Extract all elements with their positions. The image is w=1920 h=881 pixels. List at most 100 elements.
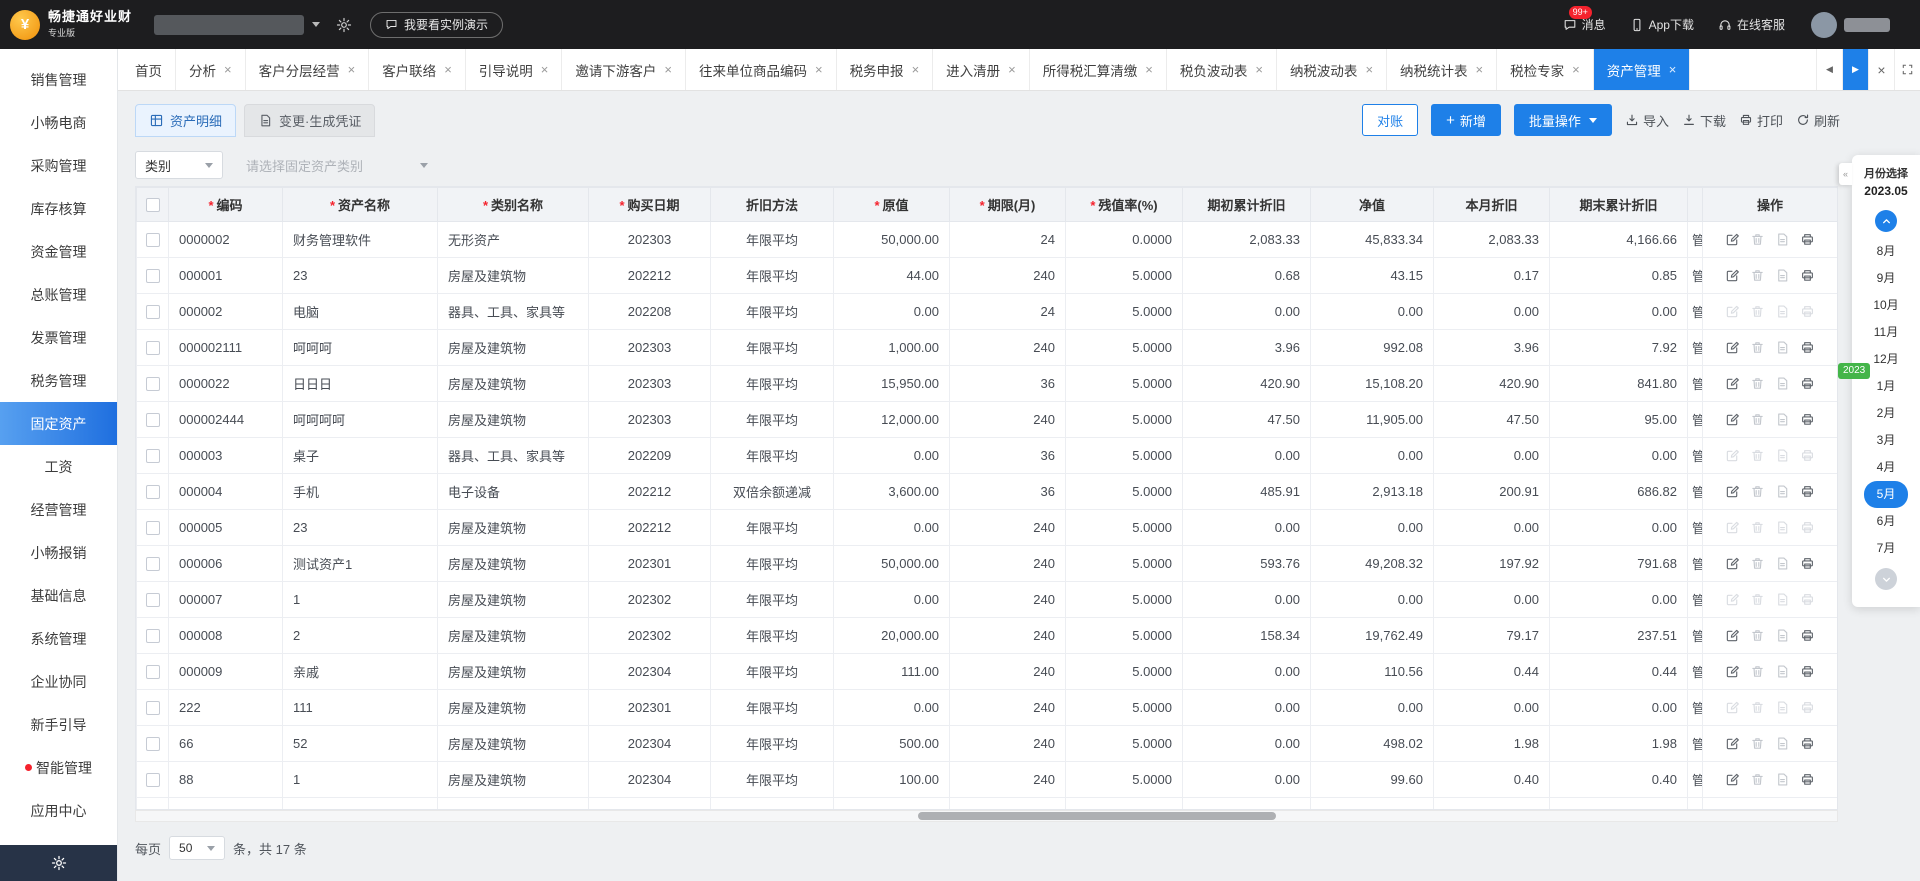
- row-checkbox[interactable]: [145, 413, 160, 428]
- fullscreen-button[interactable]: [1894, 49, 1920, 90]
- app-download-button[interactable]: App下载: [1630, 16, 1694, 33]
- tab-往来单位商品编码[interactable]: 往来单位商品编码 ×: [686, 49, 837, 90]
- settings-gear-icon[interactable]: [336, 17, 352, 33]
- sidebar-item-销售管理[interactable]: 销售管理: [0, 58, 117, 101]
- print-asset-icon[interactable]: [1800, 592, 1815, 607]
- tab-close-icon[interactable]: ×: [664, 63, 672, 76]
- sidebar-settings-button[interactable]: [0, 845, 117, 881]
- delete-asset-icon[interactable]: [1750, 664, 1765, 679]
- generate-voucher-icon[interactable]: [1775, 448, 1790, 463]
- generate-voucher-icon[interactable]: [1775, 340, 1790, 355]
- month-item-9月[interactable]: 9月: [1852, 265, 1920, 292]
- tab-首页[interactable]: 首页: [122, 49, 176, 90]
- generate-voucher-icon[interactable]: [1775, 628, 1790, 643]
- print-asset-icon[interactable]: [1800, 340, 1815, 355]
- edit-asset-icon[interactable]: [1725, 268, 1740, 283]
- select-all-header[interactable]: [136, 187, 169, 222]
- row-checkbox[interactable]: [145, 593, 160, 608]
- tab-close-icon[interactable]: ×: [1145, 63, 1153, 76]
- row-checkbox[interactable]: [145, 701, 160, 716]
- row-checkbox[interactable]: [145, 341, 160, 356]
- delete-asset-icon[interactable]: [1750, 520, 1765, 535]
- user-avatar[interactable]: [1811, 11, 1837, 38]
- sidebar-item-经营管理[interactable]: 经营管理: [0, 488, 117, 531]
- online-support-button[interactable]: 在线客服: [1718, 16, 1785, 33]
- tab-close-icon[interactable]: ×: [912, 63, 920, 76]
- generate-voucher-icon[interactable]: [1775, 664, 1790, 679]
- batch-actions-button[interactable]: 批量操作: [1513, 104, 1612, 136]
- tab-纳税波动表[interactable]: 纳税波动表 ×: [1277, 49, 1388, 90]
- month-item-6月[interactable]: 6月: [1852, 508, 1920, 535]
- print-asset-icon[interactable]: [1800, 520, 1815, 535]
- asset-type-select[interactable]: 请选择固定资产类别: [237, 151, 437, 179]
- edit-asset-icon[interactable]: [1725, 772, 1740, 787]
- tab-进入清册[interactable]: 进入清册 ×: [933, 49, 1030, 90]
- tab-所得税汇算清缴[interactable]: 所得税汇算清缴 ×: [1030, 49, 1167, 90]
- edit-asset-icon[interactable]: [1725, 376, 1740, 391]
- sidebar-item-固定资产[interactable]: 固定资产: [0, 402, 117, 445]
- sidebar-item-智能管理[interactable]: 智能管理: [0, 746, 117, 789]
- delete-asset-icon[interactable]: [1750, 340, 1765, 355]
- sidebar-item-基础信息[interactable]: 基础信息: [0, 574, 117, 617]
- refresh-button[interactable]: 刷新: [1796, 111, 1840, 130]
- row-checkbox[interactable]: [145, 521, 160, 536]
- print-asset-icon[interactable]: [1800, 664, 1815, 679]
- edit-asset-icon[interactable]: [1725, 736, 1740, 751]
- close-tabs-button[interactable]: ×: [1868, 49, 1894, 90]
- row-checkbox[interactable]: [145, 485, 160, 500]
- generate-voucher-icon[interactable]: [1775, 376, 1790, 391]
- row-checkbox[interactable]: [145, 377, 160, 392]
- scrollbar-thumb[interactable]: [918, 812, 1276, 820]
- generate-voucher-icon[interactable]: [1775, 232, 1790, 247]
- edit-asset-icon[interactable]: [1725, 340, 1740, 355]
- delete-asset-icon[interactable]: [1750, 448, 1765, 463]
- edit-asset-icon[interactable]: [1725, 700, 1740, 715]
- row-checkbox[interactable]: [145, 665, 160, 680]
- tab-close-icon[interactable]: ×: [1572, 63, 1580, 76]
- tab-客户分层经营[interactable]: 客户分层经营 ×: [246, 49, 370, 90]
- print-asset-icon[interactable]: [1800, 448, 1815, 463]
- sidebar-item-库存核算[interactable]: 库存核算: [0, 187, 117, 230]
- print-asset-icon[interactable]: [1800, 736, 1815, 751]
- row-checkbox[interactable]: [145, 629, 160, 644]
- tab-close-icon[interactable]: ×: [1669, 63, 1677, 76]
- generate-voucher-icon[interactable]: [1775, 772, 1790, 787]
- sidebar-item-小畅报销[interactable]: 小畅报销: [0, 531, 117, 574]
- delete-asset-icon[interactable]: [1750, 556, 1765, 571]
- month-scroll-down-button[interactable]: [1875, 568, 1897, 590]
- sidebar-item-应用中心[interactable]: 应用中心: [0, 789, 117, 832]
- tab-税务申报[interactable]: 税务申报 ×: [837, 49, 934, 90]
- row-checkbox[interactable]: [145, 198, 160, 213]
- generate-voucher-icon[interactable]: [1775, 520, 1790, 535]
- edit-asset-icon[interactable]: [1725, 232, 1740, 247]
- generate-voucher-icon[interactable]: [1775, 736, 1790, 751]
- row-checkbox[interactable]: [145, 269, 160, 284]
- month-item-11月[interactable]: 11月: [1852, 319, 1920, 346]
- row-checkbox[interactable]: [145, 737, 160, 752]
- tab-scroll-left-button[interactable]: ◀: [1816, 49, 1842, 90]
- tab-close-icon[interactable]: ×: [1255, 63, 1263, 76]
- delete-asset-icon[interactable]: [1750, 232, 1765, 247]
- month-item-8月[interactable]: 8月: [1852, 238, 1920, 265]
- delete-asset-icon[interactable]: [1750, 376, 1765, 391]
- tab-close-icon[interactable]: ×: [815, 63, 823, 76]
- row-checkbox[interactable]: [145, 305, 160, 320]
- sidebar-item-新手引导[interactable]: 新手引导: [0, 703, 117, 746]
- print-asset-icon[interactable]: [1800, 232, 1815, 247]
- company-name-redacted[interactable]: [154, 14, 305, 35]
- delete-asset-icon[interactable]: [1750, 304, 1765, 319]
- edit-asset-icon[interactable]: [1725, 628, 1740, 643]
- print-asset-icon[interactable]: [1800, 484, 1815, 499]
- print-asset-icon[interactable]: [1800, 304, 1815, 319]
- tab-scroll-right-button[interactable]: ▶: [1842, 49, 1868, 90]
- tab-税负波动表[interactable]: 税负波动表 ×: [1167, 49, 1277, 90]
- tab-close-icon[interactable]: ×: [1476, 63, 1484, 76]
- delete-asset-icon[interactable]: [1750, 700, 1765, 715]
- tab-邀请下游客户[interactable]: 邀请下游客户 ×: [562, 49, 686, 90]
- edit-asset-icon[interactable]: [1725, 520, 1740, 535]
- edit-asset-icon[interactable]: [1725, 304, 1740, 319]
- print-asset-icon[interactable]: [1800, 412, 1815, 427]
- tab-close-icon[interactable]: ×: [1365, 63, 1373, 76]
- reconcile-button[interactable]: 对账: [1362, 104, 1419, 136]
- print-button[interactable]: 打印: [1739, 111, 1783, 130]
